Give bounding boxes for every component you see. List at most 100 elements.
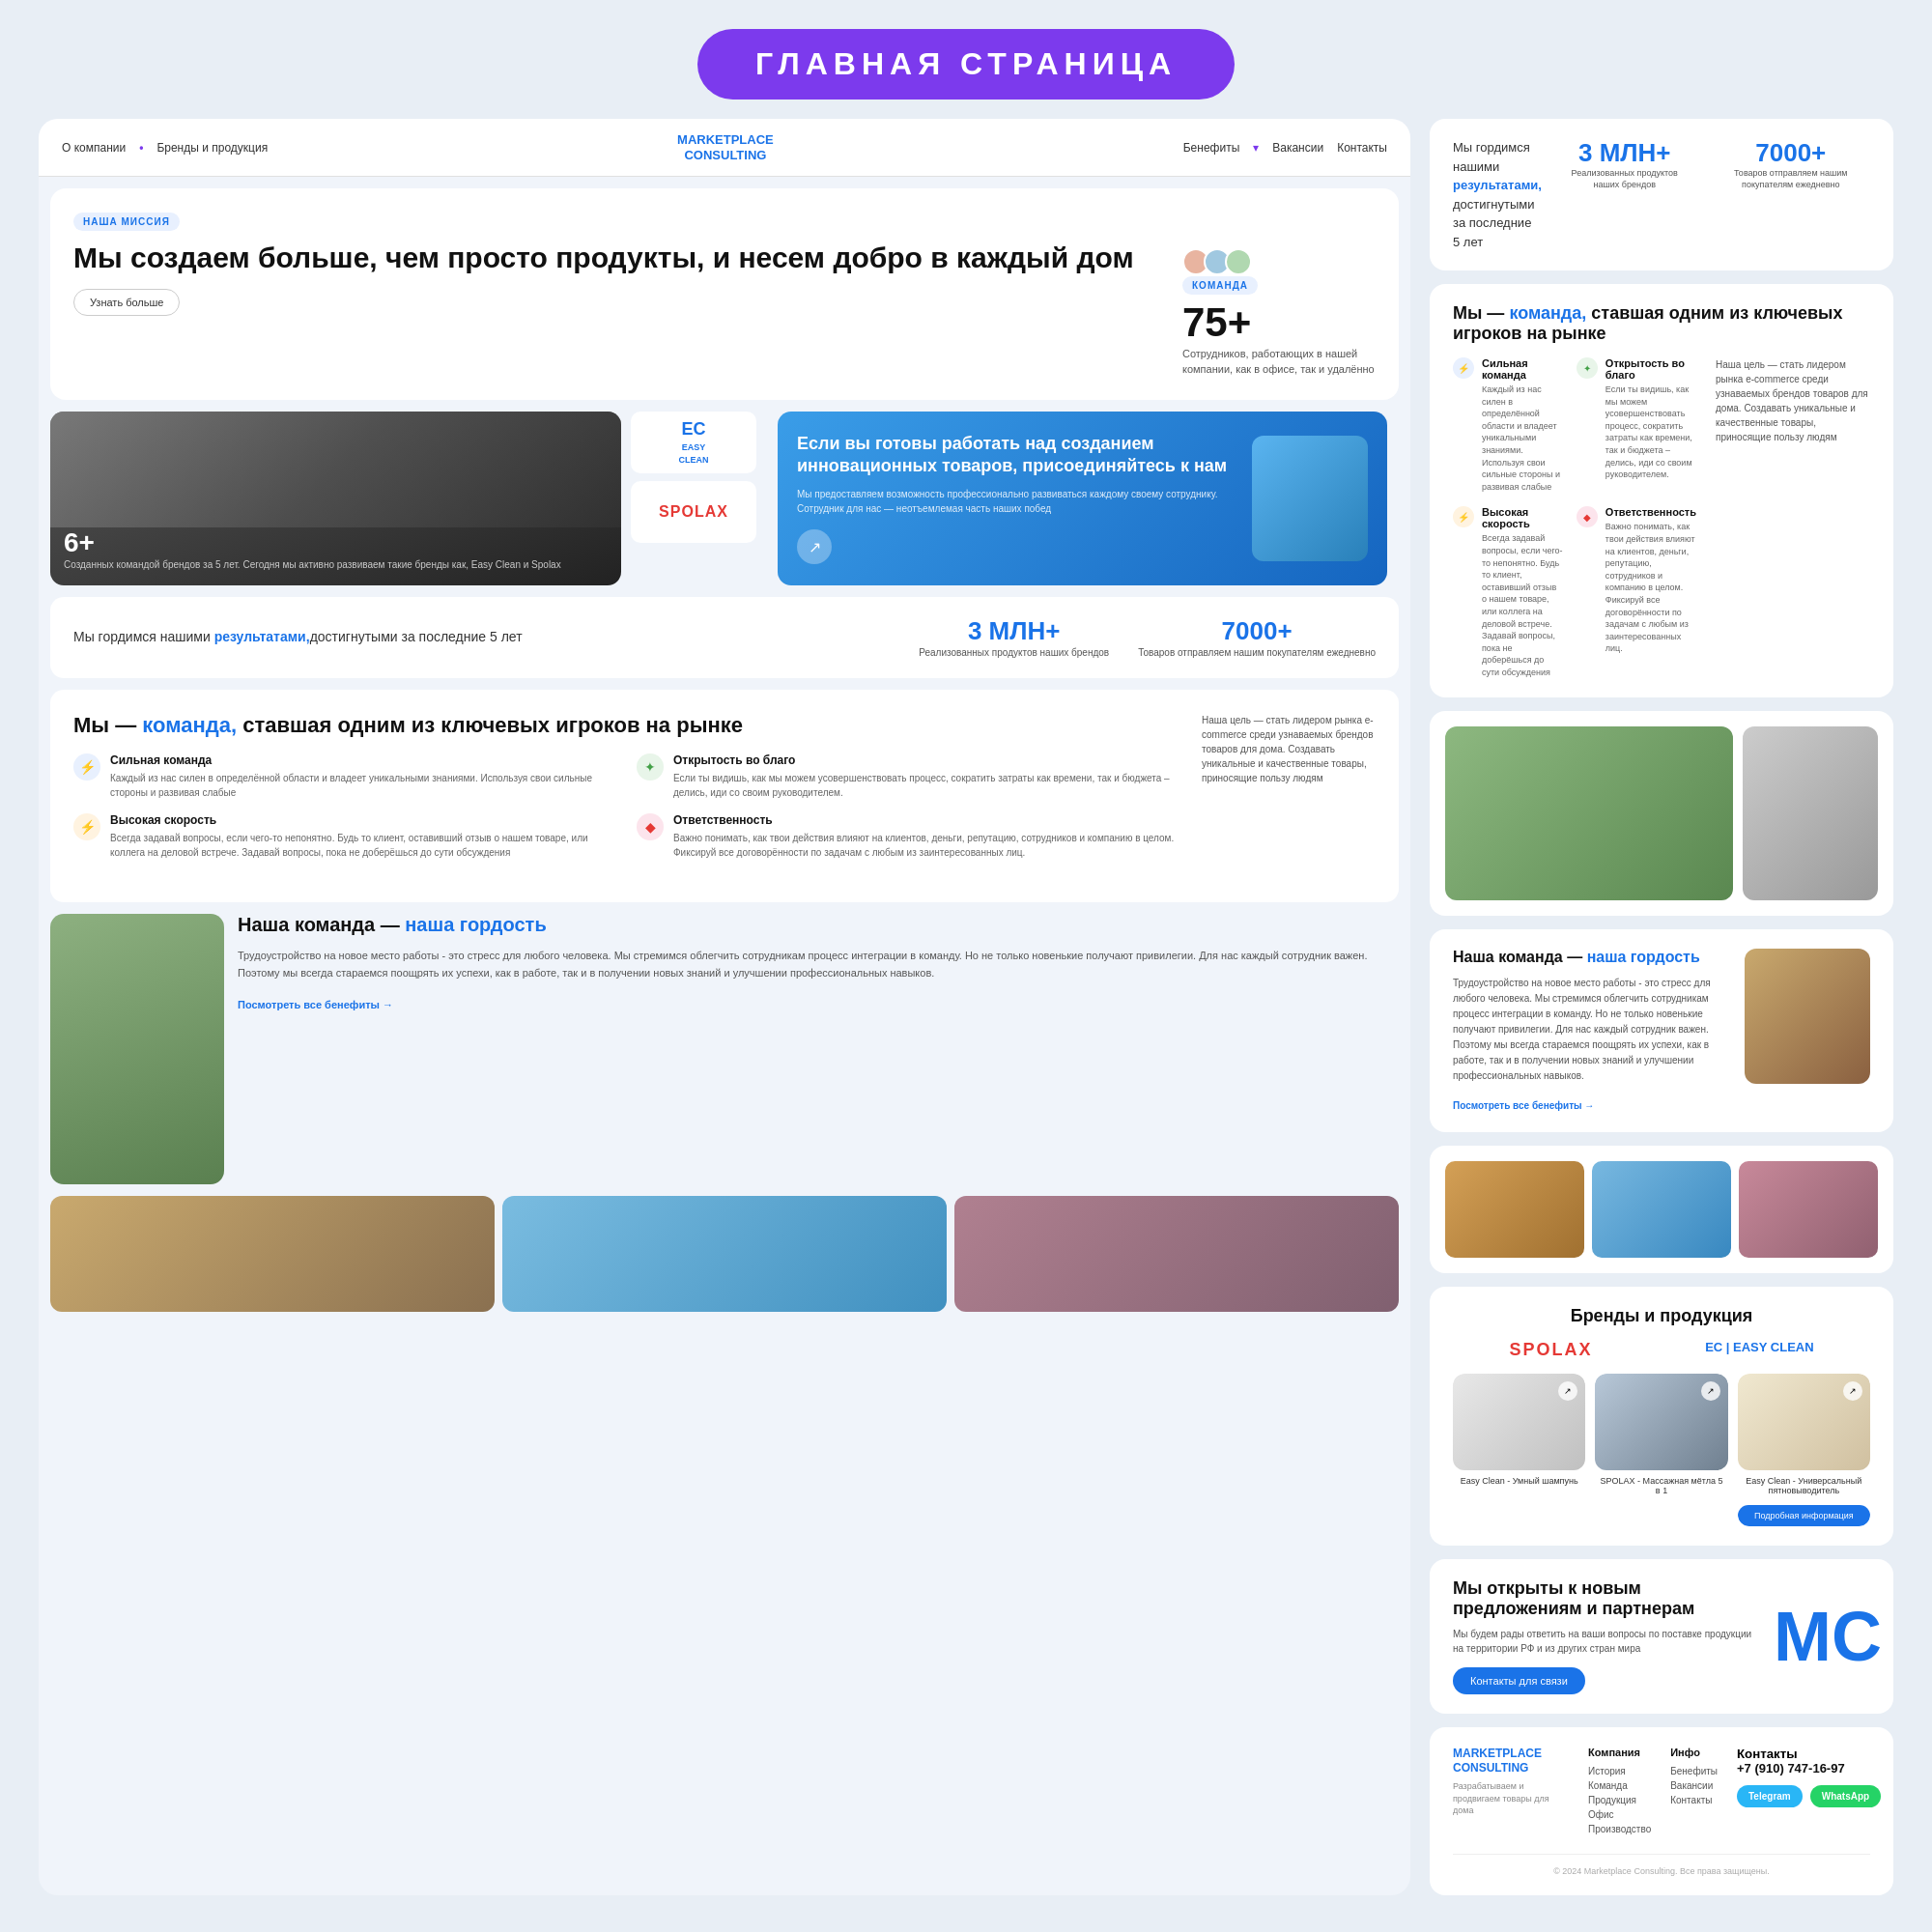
footer-contacts: Контакты +7 (910) 747-16-97 Telegram Wha… bbox=[1737, 1747, 1881, 1838]
team-section: Мы — команда, ставшая одним из ключевых … bbox=[50, 690, 1399, 902]
right-team-side-photo bbox=[1743, 726, 1878, 900]
footer-link-contacts[interactable]: Контакты bbox=[1670, 1795, 1718, 1805]
partners-desc: Мы будем рады ответить на ваши вопросы п… bbox=[1453, 1627, 1760, 1656]
footer: MARKETPLACE CONSULTING Разрабатываем и п… bbox=[1430, 1727, 1893, 1895]
rf-resp-icon: ◆ bbox=[1577, 506, 1598, 527]
openness-icon: ✦ bbox=[637, 753, 664, 781]
partners-contacts-button[interactable]: Контакты для связи bbox=[1453, 1667, 1585, 1694]
right-pride-photo bbox=[1745, 949, 1870, 1084]
pride-benefits-link[interactable]: Посмотреть все бенефиты → bbox=[238, 999, 393, 1010]
footer-link-products[interactable]: Продукция bbox=[1588, 1795, 1651, 1805]
team-features-grid: ⚡ Сильная команда Каждый из нас силен в … bbox=[73, 753, 1186, 860]
feature-strong-team: ⚡ Сильная команда Каждый из нас силен в … bbox=[73, 753, 623, 800]
nav-about[interactable]: О компании bbox=[62, 141, 126, 155]
brands-stat: 6+ bbox=[64, 527, 608, 558]
team-description: Сотрудников, работающих в нашей компании… bbox=[1182, 347, 1376, 377]
right-features-grid: ⚡ Сильная команда Каждый из нас силен в … bbox=[1453, 357, 1696, 678]
footer-link-office[interactable]: Офис bbox=[1588, 1809, 1651, 1820]
hero-team-stats: КОМАНДА 75+ Сотрудников, работающих в на… bbox=[1182, 241, 1376, 377]
stats-bar: Мы гордимся нашими результатами,достигну… bbox=[50, 597, 1399, 678]
nav-vacancies[interactable]: Вакансии bbox=[1272, 141, 1323, 155]
right-pride-card: Наша команда — наша гордость Трудоустрой… bbox=[1430, 929, 1893, 1132]
team-section-desc: Наша цель — стать лидером рынка е-сommer… bbox=[1202, 713, 1376, 785]
right-team-desc: Наша цель — стать лидером рынка е-сommer… bbox=[1716, 357, 1870, 444]
footer-tagline: Разрабатываем и продвигаем товары для до… bbox=[1453, 1780, 1569, 1817]
team-photo-3 bbox=[954, 1196, 1399, 1312]
page-header: ГЛАВНАЯ СТРАНИЦА bbox=[0, 0, 1932, 119]
right-pride-link[interactable]: Посмотреть все бенефиты → bbox=[1453, 1100, 1594, 1111]
footer-divider bbox=[1453, 1854, 1870, 1855]
hero-mission-tag: НАША МИССИЯ bbox=[73, 213, 180, 231]
hero-title: Мы создаем больше, чем просто продукты, … bbox=[73, 241, 1169, 275]
right-team-title: Мы — команда, ставшая одним из ключевых … bbox=[1453, 303, 1870, 344]
telegram-button[interactable]: Telegram bbox=[1737, 1785, 1803, 1807]
brand-logos: EC EASY CLEAN SPOLAX bbox=[631, 412, 756, 585]
partners-card: Мы открыты к новым предложениям и партне… bbox=[1430, 1559, 1893, 1714]
responsibility-icon: ◆ bbox=[637, 813, 664, 840]
footer-social-buttons: Telegram WhatsApp bbox=[1737, 1785, 1881, 1807]
right-team-main-photo bbox=[1445, 726, 1733, 900]
team-section-title: Мы — команда, ставшая одним из ключевых … bbox=[73, 713, 1186, 738]
join-image bbox=[1252, 436, 1368, 561]
footer-link-vacancies[interactable]: Вакансии bbox=[1670, 1780, 1718, 1791]
hero-section: НАША МИССИЯ Мы создаем больше, чем прост… bbox=[50, 188, 1399, 400]
join-desc: Мы предоставляем возможность профессиона… bbox=[797, 487, 1238, 516]
footer-logo: MARKETPLACE CONSULTING Разрабатываем и п… bbox=[1453, 1747, 1569, 1838]
product-card-3: ↗ Easy Clean - Универсальный пятновыводи… bbox=[1738, 1374, 1870, 1526]
footer-top: MARKETPLACE CONSULTING Разрабатываем и п… bbox=[1453, 1747, 1870, 1838]
right-stat-items: 3 МЛН+ Реализованных продуктов наших бре… bbox=[1561, 138, 1870, 190]
pride-content: Наша команда — наша гордость Трудоустрой… bbox=[238, 914, 1399, 1184]
brands-desc: Созданных командой брендов за 5 лет. Сег… bbox=[64, 558, 608, 572]
feature-responsibility: ◆ Ответственность Важно понимать, как тв… bbox=[637, 813, 1186, 860]
products-grid: ↗ Easy Clean - Умный шампунь ↗ SPOLAX - … bbox=[1453, 1374, 1870, 1526]
partners-text: Мы открыты к новым предложениям и партне… bbox=[1453, 1578, 1760, 1694]
feature-speed: ⚡ Высокая скорость Всегда задавай вопрос… bbox=[73, 813, 623, 860]
site-nav: О компании • Бренды и продукция MARKETPL… bbox=[39, 119, 1410, 177]
nav-brands[interactable]: Бренды и продукция bbox=[156, 141, 268, 155]
brands-logos-row: SPOLAX EC | EASY CLEAN bbox=[1453, 1340, 1870, 1360]
hero-learn-more-button[interactable]: Узнать больше bbox=[73, 289, 180, 316]
rf-open-icon: ✦ bbox=[1577, 357, 1598, 379]
footer-phone: +7 (910) 747-16-97 bbox=[1737, 1761, 1881, 1776]
stat-millions: 3 МЛН+ Реализованных продуктов наших бре… bbox=[919, 616, 1109, 659]
main-layout: О компании • Бренды и продукция MARKETPL… bbox=[0, 119, 1932, 1932]
right-photo-item-3 bbox=[1739, 1161, 1878, 1258]
right-stats-card: Мы гордимся нашими результатами, достигн… bbox=[1430, 119, 1893, 270]
nav-contacts[interactable]: Контакты bbox=[1337, 141, 1387, 155]
spolax-logo-card: SPOLAX bbox=[631, 481, 756, 543]
footer-link-benefits[interactable]: Бенефиты bbox=[1670, 1766, 1718, 1776]
partners-mc-logo: MC bbox=[1774, 1602, 1870, 1671]
team-photo-main bbox=[50, 914, 224, 1184]
team-photo-pride-row: Наша команда — наша гордость Трудоустрой… bbox=[50, 914, 1399, 1184]
nav-benefits[interactable]: Бенефиты bbox=[1183, 141, 1240, 155]
rf-openness: ✦ Открытость во благо Если ты видишь, ка… bbox=[1577, 357, 1696, 493]
whatsapp-button[interactable]: WhatsApp bbox=[1810, 1785, 1881, 1807]
right-photo-item-1 bbox=[1445, 1161, 1584, 1258]
right-photos-grid bbox=[1430, 1146, 1893, 1273]
footer-link-history[interactable]: История bbox=[1588, 1766, 1651, 1776]
right-stats-text: Мы гордимся нашими результатами, достигн… bbox=[1453, 138, 1542, 251]
footer-link-production[interactable]: Производство bbox=[1588, 1824, 1651, 1834]
footer-company-links: Компания История Команда Продукция Офис … bbox=[1588, 1747, 1651, 1838]
join-card: Если вы готовы работать над созданием ин… bbox=[778, 412, 1387, 585]
footer-bottom: © 2024 Marketplace Consulting. Все права… bbox=[1453, 1866, 1870, 1876]
product-info-button[interactable]: Подробная информация bbox=[1738, 1505, 1870, 1526]
spolax-brand-logo: SPOLAX bbox=[1509, 1340, 1592, 1360]
avatar bbox=[1225, 248, 1252, 275]
join-arrow-icon[interactable]: ↗ bbox=[797, 529, 832, 564]
left-column: О компании • Бренды и продукция MARKETPL… bbox=[39, 119, 1410, 1895]
nav-right-links: Бенефиты ▾ Вакансии Контакты bbox=[1183, 141, 1387, 155]
factory-card: 6+ Созданных командой брендов за 5 лет. … bbox=[50, 412, 621, 585]
pride-title: Наша команда — наша гордость bbox=[238, 914, 1399, 936]
footer-info-links: Инфо Бенефиты Вакансии Контакты bbox=[1670, 1747, 1718, 1838]
brands-section-title: Бренды и продукция bbox=[1453, 1306, 1870, 1326]
rf-strong-team: ⚡ Сильная команда Каждый из нас силен в … bbox=[1453, 357, 1563, 493]
footer-link-team[interactable]: Команда bbox=[1588, 1780, 1651, 1791]
nav-logo[interactable]: MARKETPLACE CONSULTING bbox=[268, 132, 1183, 162]
product-card-2: ↗ SPOLAX - Массажная мётла 5 в 1 bbox=[1595, 1374, 1727, 1526]
right-stat-daily: 7000+ Товаров отправляем нашим покупател… bbox=[1712, 138, 1870, 190]
strong-team-icon: ⚡ bbox=[73, 753, 100, 781]
ec-logo-card: EC EASY CLEAN bbox=[631, 412, 756, 473]
team-photo-1 bbox=[50, 1196, 495, 1312]
right-column: Мы гордимся нашими результатами, достигн… bbox=[1430, 119, 1893, 1895]
